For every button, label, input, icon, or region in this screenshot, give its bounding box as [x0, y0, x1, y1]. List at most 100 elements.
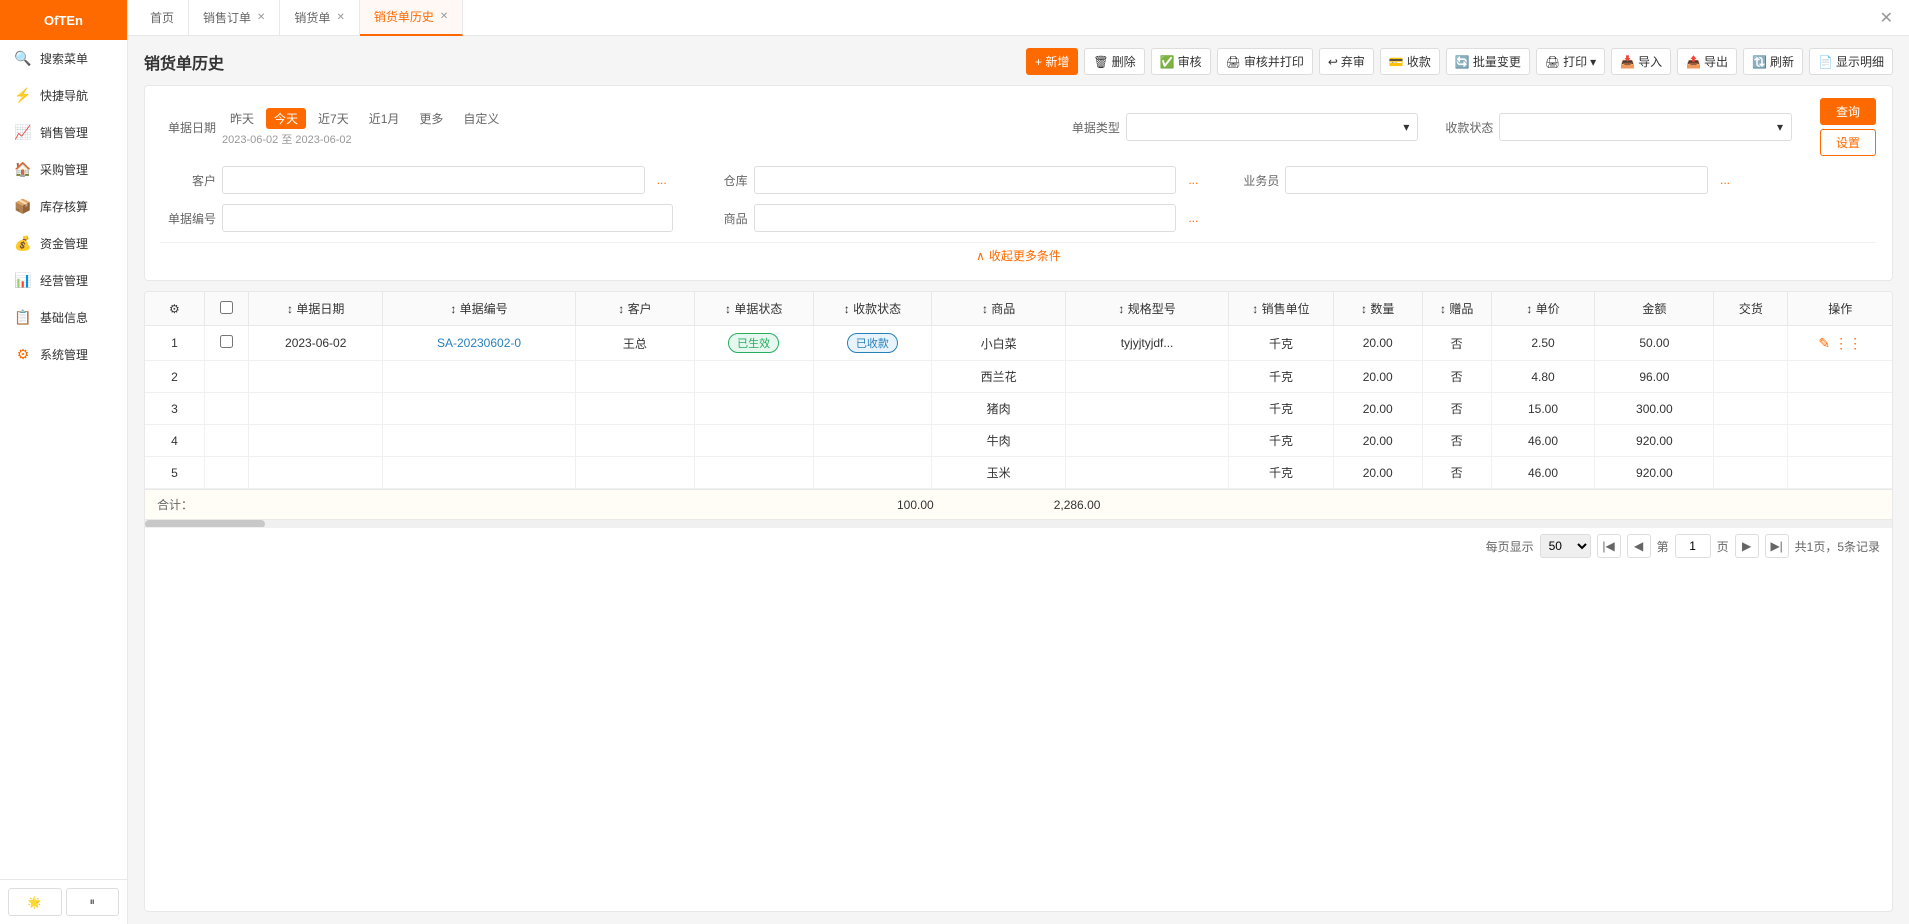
sort-icon[interactable]: ↕ [725, 302, 731, 316]
pay-status-select[interactable]: ▾ [1499, 113, 1792, 141]
cell-checkbox[interactable] [204, 393, 249, 425]
edit-action-icon[interactable]: ✎ [1818, 335, 1830, 351]
cell-amount: 50.00 [1595, 326, 1714, 361]
doc-type-select[interactable]: ▾ [1126, 113, 1419, 141]
audit-button[interactable]: ✅ 审核 [1151, 48, 1211, 75]
tab-sales-goods-close-icon[interactable]: ✕ [336, 12, 344, 23]
tab-sales-order-label: 销售订单 [203, 9, 251, 26]
sidebar-item-quick-nav[interactable]: ⚡ 快捷导航 [0, 77, 127, 114]
setting-button[interactable]: 设置 [1820, 129, 1876, 156]
warehouse-input[interactable] [754, 166, 1177, 194]
show-detail-button[interactable]: 📄 显示明细 [1809, 48, 1893, 75]
tab-sales-order[interactable]: 销售订单 ✕ [189, 0, 280, 36]
col-checkbox-header[interactable] [204, 292, 249, 326]
date-chip-1month[interactable]: 近1月 [361, 108, 408, 129]
per-page-select[interactable]: 50 100 200 [1540, 534, 1591, 558]
date-chip-today[interactable]: 今天 [266, 108, 306, 129]
export-button[interactable]: 📤 导出 [1677, 48, 1737, 75]
sidebar-item-label: 快捷导航 [40, 87, 88, 104]
staff-ellipsis-btn[interactable]: ... [1714, 171, 1736, 189]
sort-icon[interactable]: ↕ [982, 302, 988, 316]
cell-docnum[interactable] [383, 457, 576, 489]
import-button[interactable]: 📥 导入 [1611, 48, 1671, 75]
warehouse-ellipsis-btn[interactable]: ... [1182, 171, 1204, 189]
collect-icon: 💳 [1389, 55, 1404, 69]
sort-icon[interactable]: ↕ [1118, 302, 1124, 316]
date-chip-more[interactable]: 更多 [411, 108, 451, 129]
cell-amount: 920.00 [1595, 457, 1714, 489]
cell-status [694, 361, 813, 393]
tab-sales-goods[interactable]: 销货单 ✕ [280, 0, 359, 36]
goods-ellipsis-btn[interactable]: ... [1182, 209, 1204, 227]
sidebar-item-label: 库存核算 [40, 198, 88, 215]
cell-docnum[interactable] [383, 393, 576, 425]
refresh-button[interactable]: 🔃 刷新 [1743, 48, 1803, 75]
page-input[interactable] [1675, 534, 1711, 558]
delete-button[interactable]: 🗑 删除 [1084, 48, 1144, 75]
cell-gift: 否 [1422, 425, 1491, 457]
goods-input[interactable] [754, 204, 1177, 232]
sidebar-item-inventory[interactable]: 📦 库存核算 [0, 188, 127, 225]
cell-checkbox[interactable] [204, 361, 249, 393]
sort-icon[interactable]: ↕ [844, 302, 850, 316]
tab-sales-history[interactable]: 销货单历史 ✕ [360, 0, 463, 36]
collapse-more-btn[interactable]: ∧ 收起更多条件 [161, 242, 1876, 268]
last-page-btn[interactable]: ▶| [1765, 534, 1789, 558]
sort-icon[interactable]: ↕ [618, 302, 624, 316]
cell-goods: 玉米 [932, 457, 1066, 489]
cell-docnum[interactable] [383, 425, 576, 457]
table-row: 2 西兰花 千克 20.00 否 4.80 96.00 [145, 361, 1892, 393]
cell-docnum[interactable]: SA-20230602-0 [383, 326, 576, 361]
query-button[interactable]: 查询 [1820, 98, 1876, 125]
sort-icon[interactable]: ↕ [1440, 302, 1446, 316]
cell-price: 46.00 [1491, 457, 1595, 489]
sidebar-item-system[interactable]: ⚙ 系统管理 [0, 336, 127, 373]
new-button[interactable]: + 新增 [1026, 48, 1078, 75]
cell-checkbox[interactable] [204, 425, 249, 457]
cell-action [1788, 361, 1892, 393]
date-chip-7days[interactable]: 近7天 [310, 108, 357, 129]
select-all-checkbox[interactable] [220, 301, 233, 314]
cell-checkbox[interactable] [204, 457, 249, 489]
sort-icon[interactable]: ↕ [1526, 302, 1532, 316]
tab-sales-order-close-icon[interactable]: ✕ [257, 12, 265, 23]
date-chip-yesterday[interactable]: 昨天 [222, 108, 262, 129]
sidebar-item-operations[interactable]: 📊 经营管理 [0, 262, 127, 299]
sidebar-bottom-btn2[interactable]: ⏸ [66, 888, 120, 916]
tab-sales-history-close-icon[interactable]: ✕ [440, 11, 448, 22]
cell-docnum[interactable] [383, 361, 576, 393]
col-settings[interactable]: ⚙ [145, 292, 204, 326]
table-row: 4 牛肉 千克 20.00 否 46.00 920.00 [145, 425, 1892, 457]
batch-change-button[interactable]: 🔄 批量变更 [1446, 48, 1530, 75]
sort-icon[interactable]: ↕ [450, 302, 456, 316]
row-checkbox[interactable] [220, 335, 233, 348]
pay-status-label: 收款状态 [1438, 119, 1493, 136]
table-scroll-bar[interactable] [145, 519, 1892, 527]
sidebar-item-basic-info[interactable]: 📋 基础信息 [0, 299, 127, 336]
close-all-tabs-icon[interactable]: ✕ [1872, 8, 1901, 28]
staff-input[interactable] [1285, 166, 1708, 194]
sidebar-item-finance[interactable]: 💰 资金管理 [0, 225, 127, 262]
sort-icon[interactable]: ↕ [1252, 302, 1258, 316]
collect-button[interactable]: 💳 收款 [1380, 48, 1440, 75]
date-chip-custom[interactable]: 自定义 [455, 108, 507, 129]
cell-amount: 920.00 [1595, 425, 1714, 457]
more-action-icon[interactable]: ⋮⋮ [1834, 335, 1862, 351]
customer-input[interactable] [222, 166, 645, 194]
print-button[interactable]: 🖨 打印 ▾ [1536, 48, 1605, 75]
sidebar-bottom-btn1[interactable]: 🌟 [8, 888, 62, 916]
customer-ellipsis-btn[interactable]: ... [651, 171, 673, 189]
next-page-btn[interactable]: ▶ [1735, 534, 1759, 558]
prev-page-btn[interactable]: ◀ [1627, 534, 1651, 558]
abandon-button[interactable]: ↩ 弃审 [1319, 48, 1374, 75]
sidebar-item-search-menu[interactable]: 🔍 搜索菜单 [0, 40, 127, 77]
docnum-input[interactable] [222, 204, 673, 232]
cell-checkbox[interactable] [204, 326, 249, 361]
sidebar-item-sales-mgmt[interactable]: 📈 销售管理 [0, 114, 127, 151]
sidebar-item-purchase-mgmt[interactable]: 🏠 采购管理 [0, 151, 127, 188]
tab-home[interactable]: 首页 [136, 0, 189, 36]
audit-print-button[interactable]: 🖨 审核并打印 [1217, 48, 1313, 75]
sort-icon[interactable]: ↕ [1361, 302, 1367, 316]
first-page-btn[interactable]: |◀ [1597, 534, 1621, 558]
sort-icon[interactable]: ↕ [287, 302, 293, 316]
